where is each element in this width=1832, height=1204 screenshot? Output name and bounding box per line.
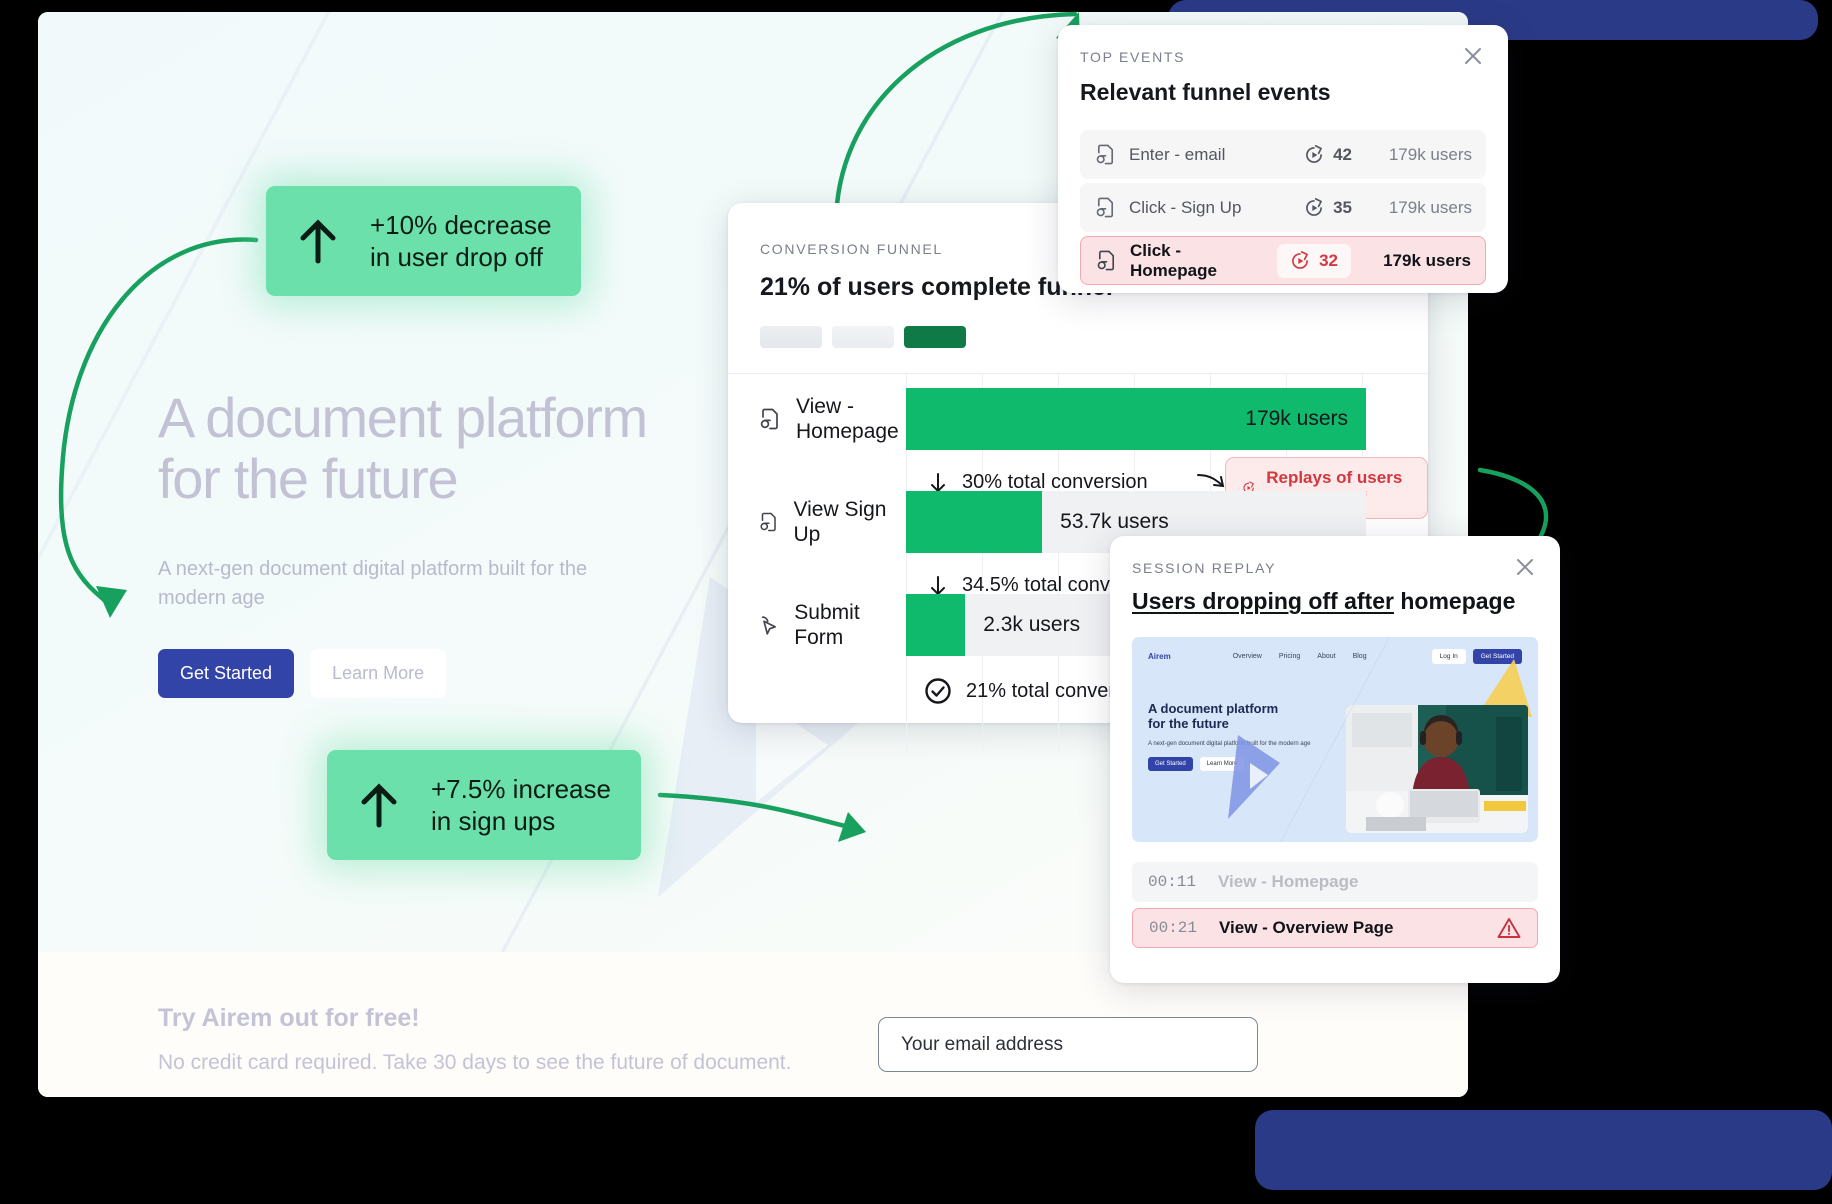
timeline-time: 00:21 xyxy=(1149,919,1198,937)
funnel-row-2-label: View Sign Up xyxy=(728,497,906,547)
play-replay-icon xyxy=(1306,144,1322,163)
funnel-row-1-name: View - Homepage xyxy=(796,395,899,443)
replay-doc-icon xyxy=(1097,250,1115,271)
learn-more-button[interactable]: Learn More xyxy=(310,649,447,698)
cursor-click-icon xyxy=(761,616,777,635)
event-replay-count: 35 xyxy=(1304,197,1352,218)
funnel-row-1-label: View - Homepage xyxy=(728,394,906,444)
play-replay-icon xyxy=(1306,197,1322,216)
metric-badge-label: +7.5% increase in sign ups xyxy=(431,774,611,836)
email-input[interactable] xyxy=(878,1017,1258,1072)
event-users: 179k users xyxy=(1388,197,1472,217)
top-events-title: Relevant funnel events xyxy=(1080,79,1331,105)
list-item[interactable]: Click - Homepage 32 179k users xyxy=(1080,236,1486,285)
metric-badge-label: +10% decrease in user drop off xyxy=(370,210,552,272)
preview-login-button: Log In xyxy=(1431,649,1466,664)
preview-heading: A document platform for the future xyxy=(1148,701,1279,731)
funnel-row-1[interactable]: View - Homepage 179k users xyxy=(728,388,1428,450)
preview-get-started-button: Get Started xyxy=(1472,649,1522,664)
close-icon[interactable] xyxy=(1460,43,1486,69)
preview-btn-get-started: Get Started xyxy=(1148,757,1193,771)
session-replay-eyebrow: SESSION REPLAY xyxy=(1132,560,1277,576)
preview-navbar: Airem Overview Pricing About Blog Log In… xyxy=(1132,649,1538,664)
hero-subtitle: A next-gen document digital platform bui… xyxy=(158,558,588,609)
check-circle-icon xyxy=(925,678,951,704)
top-events-list: Enter - email 42 179k users Click - Sign… xyxy=(1080,130,1486,285)
close-icon[interactable] xyxy=(1512,554,1538,580)
get-started-button[interactable]: Get Started xyxy=(158,649,295,698)
preview-nav-pricing: Pricing xyxy=(1278,653,1301,660)
replay-doc-icon xyxy=(760,408,778,430)
event-count-value: 42 xyxy=(1333,144,1352,164)
event-name: Click - Sign Up xyxy=(1129,197,1242,217)
arrow-up-icon xyxy=(300,219,336,264)
preview-decorative-triangle-yellow xyxy=(1480,659,1532,717)
funnel-row-1-track: 179k users xyxy=(906,388,1366,450)
metric-badge-drop-off: +10% decrease in user drop off xyxy=(266,186,582,296)
email-signup-form xyxy=(878,1017,1258,1072)
cta-section: Try Airem out for free! No credit card r… xyxy=(158,1004,938,1075)
event-count-value: 35 xyxy=(1333,197,1352,217)
preview-logo: Airem xyxy=(1148,652,1171,661)
warning-triangle-icon xyxy=(1497,918,1521,938)
session-replay-timeline: 00:11 View - Homepage 00:21 View - Overv… xyxy=(1132,862,1538,948)
event-count-value: 32 xyxy=(1319,250,1338,270)
preview-hero: A document platform for the future A nex… xyxy=(1148,701,1328,771)
preview-decorative-triangle xyxy=(1228,735,1280,819)
preview-nav-overview: Overview xyxy=(1232,653,1262,660)
funnel-row-3-bar xyxy=(906,594,966,656)
session-replay-preview[interactable]: Airem Overview Pricing About Blog Log In… xyxy=(1132,637,1538,842)
preview-nav-blog: Blog xyxy=(1352,653,1367,660)
session-replay-title: Users dropping off after homepage xyxy=(1132,588,1538,615)
timeline-event-name: View - Overview Page xyxy=(1219,918,1394,937)
funnel-row-1-value: 179k users xyxy=(1245,407,1348,430)
funnel-row-2-value: 53.7k users xyxy=(1060,510,1169,533)
event-replay-count: 42 xyxy=(1304,144,1352,165)
funnel-row-3-value: 2.3k users xyxy=(983,613,1081,636)
timeline-row[interactable]: 00:21 View - Overview Page xyxy=(1132,908,1538,948)
preview-paragraph: A next-gen document digital platform bui… xyxy=(1148,741,1311,747)
list-item[interactable]: Enter - email 42 179k users xyxy=(1080,130,1486,179)
funnel-row-2-bar xyxy=(906,491,1043,553)
play-replay-icon xyxy=(1292,250,1308,269)
list-item[interactable]: Click - Sign Up 35 179k users xyxy=(1080,183,1486,232)
preview-nav-actions: Log In Get Started xyxy=(1431,649,1522,664)
session-replay-title-rest: homepage xyxy=(1393,588,1516,614)
cta-title: Try Airem out for free! xyxy=(158,1004,420,1032)
preview-photo xyxy=(1346,705,1528,833)
event-name: Click - Homepage xyxy=(1130,240,1217,280)
preview-nav-links: Overview Pricing About Blog xyxy=(1233,653,1367,660)
cta-subtitle: No credit card required. Take 30 days to… xyxy=(158,1051,792,1074)
funnel-row-3-label: Submit Form xyxy=(728,600,906,650)
screenshot-root: A document platform for the future A nex… xyxy=(0,0,1832,1204)
timeline-row[interactable]: 00:11 View - Homepage xyxy=(1132,862,1538,902)
funnel-segment-indicator xyxy=(760,326,1396,348)
preview-btn-learn-more: Learn More xyxy=(1199,757,1245,771)
session-replay-card: SESSION REPLAY Users dropping off after … xyxy=(1110,536,1560,983)
funnel-segment-2 xyxy=(832,326,894,348)
top-events-card: TOP EVENTS Relevant funnel events Enter … xyxy=(1058,25,1508,293)
timeline-time: 00:11 xyxy=(1148,873,1197,891)
funnel-row-2-name: View Sign Up xyxy=(793,498,887,546)
metric-badge-sign-ups: +7.5% increase in sign ups xyxy=(327,750,641,860)
arrow-right-curve-icon xyxy=(1197,474,1225,488)
timeline-event-name: View - Homepage xyxy=(1218,872,1359,891)
funnel-segment-3 xyxy=(904,326,966,348)
preview-buttons: Get Started Learn More xyxy=(1148,757,1328,771)
funnel-segment-1 xyxy=(760,326,822,348)
event-users: 179k users xyxy=(1383,250,1471,270)
funnel-row-3-name: Submit Form xyxy=(794,601,860,649)
top-events-eyebrow: TOP EVENTS xyxy=(1080,49,1186,65)
event-replay-count[interactable]: 32 xyxy=(1277,243,1351,278)
session-replay-title-underlined: Users dropping off after xyxy=(1132,588,1394,614)
decorative-band-bottom xyxy=(1255,1110,1832,1190)
preview-nav-about: About xyxy=(1317,653,1336,660)
replay-doc-icon xyxy=(760,512,776,532)
replay-doc-icon xyxy=(1096,144,1114,165)
event-users: 179k users xyxy=(1388,144,1472,164)
event-name: Enter - email xyxy=(1129,144,1226,164)
arrow-up-icon xyxy=(361,783,397,828)
replay-doc-icon xyxy=(1096,197,1114,218)
